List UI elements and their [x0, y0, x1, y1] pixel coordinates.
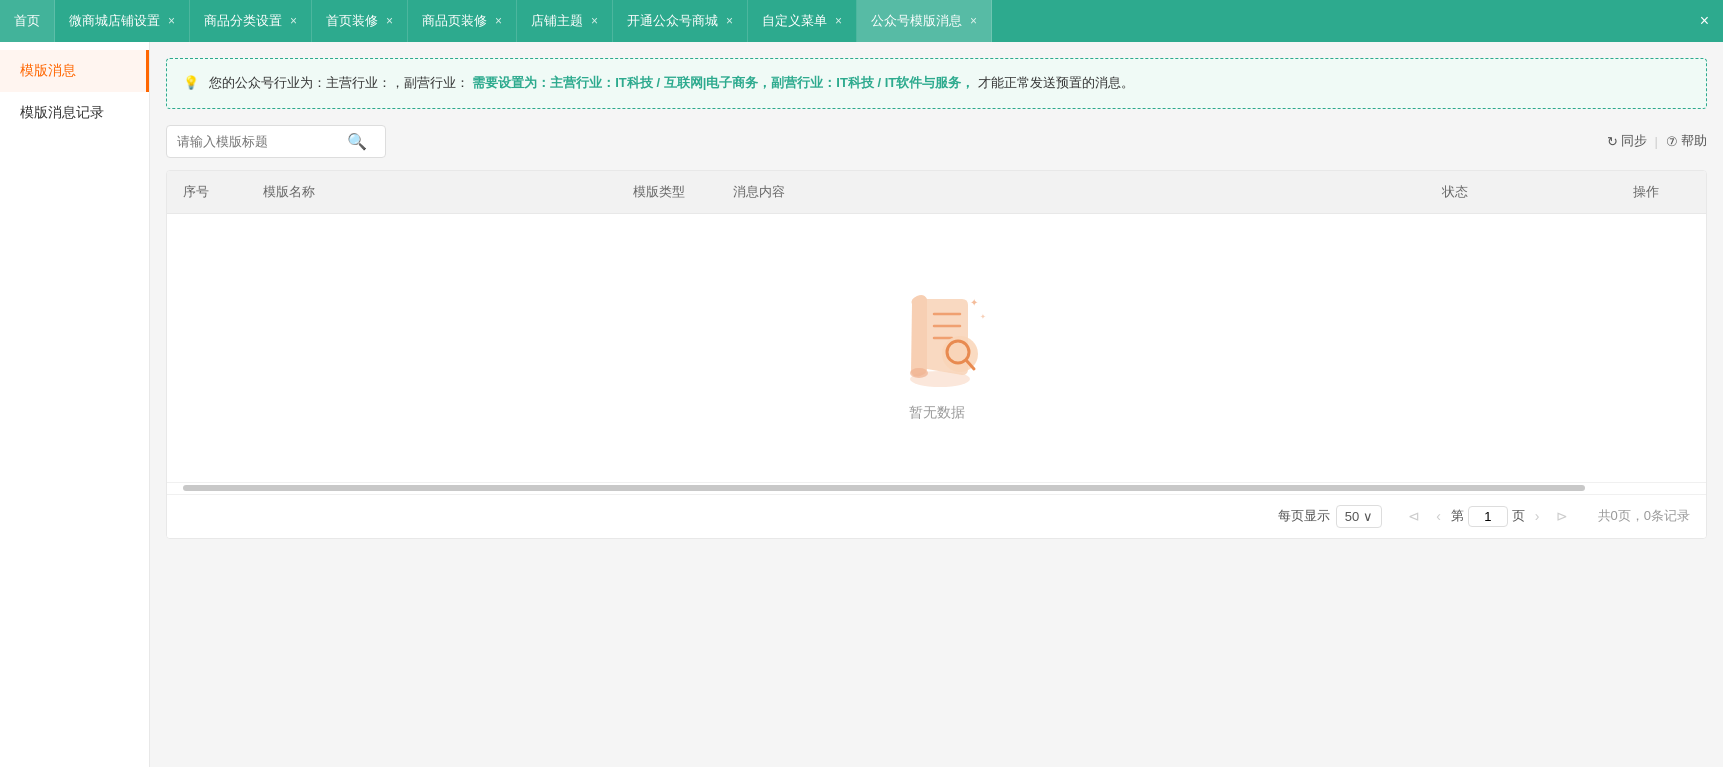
empty-text: 暂无数据	[909, 404, 965, 422]
nav-tab-shop-theme-label: 店铺主题	[531, 12, 583, 30]
content-area: 💡 您的公众号行业为：主营行业：，副营行业： 需要设置为：主营行业：IT科技 /…	[150, 42, 1723, 767]
svg-text:✦: ✦	[970, 297, 978, 308]
help-button[interactable]: ⑦ 帮助	[1666, 132, 1707, 150]
close-category-settings-icon[interactable]: ×	[290, 14, 297, 28]
close-all-tabs-button[interactable]: ×	[1686, 12, 1723, 30]
scrollbar-thumb[interactable]	[183, 485, 1585, 491]
sidebar-item-template-message-label: 模版消息	[20, 62, 76, 78]
nav-tab-custom-menu[interactable]: 自定义菜单 ×	[748, 0, 857, 42]
chevron-down-icon: ∨	[1363, 509, 1373, 524]
nav-tab-shop-settings[interactable]: 微商城店铺设置 ×	[55, 0, 190, 42]
nav-tab-open-mall[interactable]: 开通公众号商城 ×	[613, 0, 748, 42]
last-page-button[interactable]: ⊳	[1550, 506, 1574, 526]
page-size-label: 每页显示	[1278, 507, 1330, 525]
help-icon: ⑦	[1666, 134, 1678, 149]
search-input[interactable]	[177, 134, 347, 149]
search-actions: ↻ 同步 | ⑦ 帮助	[1607, 132, 1707, 150]
nav-tab-template-msg-label: 公众号模版消息	[871, 12, 962, 30]
close-open-mall-icon[interactable]: ×	[726, 14, 733, 28]
sidebar-item-template-message-log[interactable]: 模版消息记录	[0, 92, 149, 134]
help-label: 帮助	[1681, 132, 1707, 150]
nav-tab-shop-settings-label: 微商城店铺设置	[69, 12, 160, 30]
notice-box: 💡 您的公众号行业为：主营行业：，副营行业： 需要设置为：主营行业：IT科技 /…	[166, 58, 1707, 109]
page-unit: 页	[1512, 507, 1525, 525]
search-input-wrap: 🔍	[166, 125, 386, 158]
close-shop-settings-icon[interactable]: ×	[168, 14, 175, 28]
page-size-select: 每页显示 50 ∨	[1278, 505, 1382, 528]
svg-point-9	[910, 368, 928, 378]
page-size-value: 50	[1345, 509, 1359, 524]
sync-icon: ↻	[1607, 134, 1618, 149]
sidebar-item-template-message-log-label: 模版消息记录	[20, 104, 104, 120]
th-seq: 序号	[167, 171, 247, 213]
th-status: 状态	[1426, 171, 1586, 213]
th-name: 模版名称	[247, 171, 617, 213]
sidebar-item-template-message[interactable]: 模版消息	[0, 50, 149, 92]
close-template-msg-icon[interactable]: ×	[970, 14, 977, 28]
page-label: 第	[1451, 507, 1464, 525]
prev-page-button[interactable]: ‹	[1430, 506, 1447, 526]
page-size-dropdown[interactable]: 50 ∨	[1336, 505, 1382, 528]
top-nav: 首页 微商城店铺设置 × 商品分类设置 × 首页装修 × 商品页装修 × 店铺主…	[0, 0, 1723, 42]
close-custom-menu-icon[interactable]: ×	[835, 14, 842, 28]
close-home-decor-icon[interactable]: ×	[386, 14, 393, 28]
nav-tab-custom-menu-label: 自定义菜单	[762, 12, 827, 30]
nav-tab-category-settings-label: 商品分类设置	[204, 12, 282, 30]
notice-suffix: 才能正常发送预置的消息。	[978, 75, 1134, 90]
sync-label: 同步	[1621, 132, 1647, 150]
th-action: 操作	[1586, 171, 1706, 213]
nav-tab-home-decor-label: 首页装修	[326, 12, 378, 30]
search-icon[interactable]: 🔍	[347, 132, 367, 151]
close-shop-theme-icon[interactable]: ×	[591, 14, 598, 28]
nav-tab-open-mall-label: 开通公众号商城	[627, 12, 718, 30]
first-page-button[interactable]: ⊲	[1402, 506, 1426, 526]
empty-state: ✦ ✦ 暂无数据	[167, 214, 1706, 482]
close-product-decor-icon[interactable]: ×	[495, 14, 502, 28]
nav-tab-home[interactable]: 首页	[0, 0, 55, 42]
sync-button[interactable]: ↻ 同步	[1607, 132, 1647, 150]
data-table: 序号 模版名称 模版类型 消息内容 状态 操作	[166, 170, 1707, 539]
th-type: 模版类型	[617, 171, 717, 213]
nav-tab-template-msg[interactable]: 公众号模版消息 ×	[857, 0, 992, 42]
notice-icon: 💡	[183, 75, 199, 90]
horizontal-scrollbar[interactable]	[167, 482, 1706, 494]
sidebar: 模版消息 模版消息记录	[0, 42, 150, 767]
nav-tab-home-label: 首页	[14, 12, 40, 30]
nav-tab-product-decor-label: 商品页装修	[422, 12, 487, 30]
table-header: 序号 模版名称 模版类型 消息内容 状态 操作	[167, 171, 1706, 214]
notice-highlight: 需要设置为：主营行业：IT科技 / 互联网|电子商务，副营行业：IT科技 / I…	[472, 75, 974, 90]
nav-tab-shop-theme[interactable]: 店铺主题 ×	[517, 0, 613, 42]
divider: |	[1655, 134, 1658, 149]
main-layout: 模版消息 模版消息记录 💡 您的公众号行业为：主营行业：，副营行业： 需要设置为…	[0, 42, 1723, 767]
nav-tab-home-decor[interactable]: 首页装修 ×	[312, 0, 408, 42]
svg-text:✦: ✦	[980, 313, 986, 320]
nav-tab-product-decor[interactable]: 商品页装修 ×	[408, 0, 517, 42]
nav-tab-category-settings[interactable]: 商品分类设置 ×	[190, 0, 312, 42]
total-info: 共0页，0条记录	[1598, 507, 1690, 525]
page-number-input[interactable]	[1468, 506, 1508, 527]
pagination: 每页显示 50 ∨ ⊲ ‹ 第 页 › ⊳ 共0页，0条记录	[167, 494, 1706, 538]
next-page-button[interactable]: ›	[1529, 506, 1546, 526]
empty-illustration: ✦ ✦	[872, 274, 1002, 404]
th-content: 消息内容	[717, 171, 1426, 213]
notice-prefix: 您的公众号行业为：主营行业：，副营行业：	[209, 75, 469, 90]
page-nav: ⊲ ‹ 第 页 › ⊳	[1402, 506, 1573, 527]
search-bar: 🔍 ↻ 同步 | ⑦ 帮助	[166, 125, 1707, 158]
